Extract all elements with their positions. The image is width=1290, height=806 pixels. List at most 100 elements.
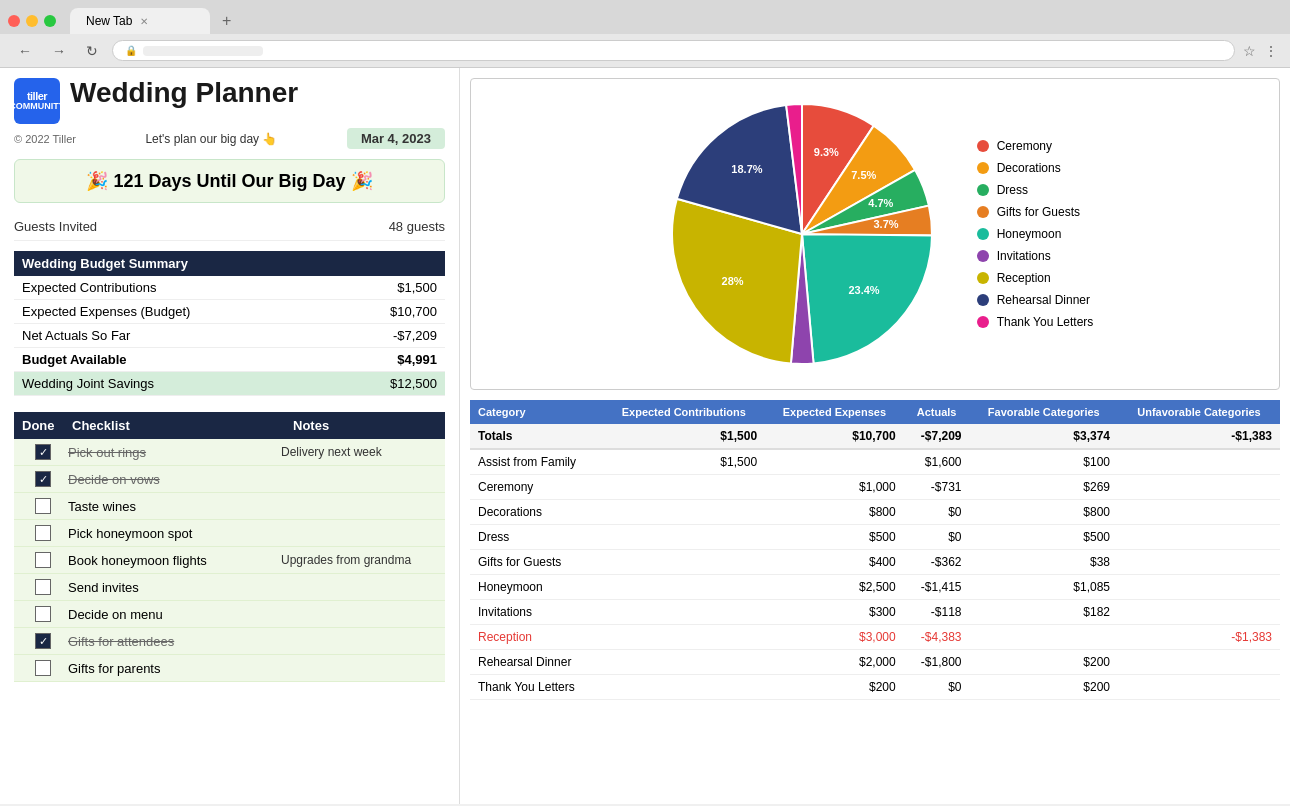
table-row: Honeymoon $2,500 -$1,415 $1,085: [470, 575, 1280, 600]
legend-dot: [977, 162, 989, 174]
pie-label: 18.7%: [731, 163, 762, 175]
budget-row-value: -$7,209: [393, 328, 437, 343]
left-panel: tiller COMMUNITY Wedding Planner © 2022 …: [0, 68, 460, 804]
checkbox[interactable]: ✓: [18, 633, 68, 649]
legend-dot: [977, 250, 989, 262]
totals-expenses: $10,700: [765, 424, 904, 449]
col-done-header: Done: [14, 412, 64, 439]
row-expenses: $400: [765, 550, 904, 575]
legend-label: Reception: [997, 271, 1051, 285]
list-item: Pick honeymoon spot: [14, 520, 445, 547]
row-expenses: $200: [765, 675, 904, 700]
active-tab[interactable]: New Tab ✕: [70, 8, 210, 34]
row-favorable: $500: [970, 525, 1119, 550]
legend-dot: [977, 140, 989, 152]
new-tab-button[interactable]: +: [214, 8, 239, 34]
right-panel: 9.3%7.5%4.7%3.7%23.4%28%18.7% Ceremony D…: [460, 68, 1290, 804]
checkbox[interactable]: [18, 552, 68, 568]
checkbox[interactable]: [18, 579, 68, 595]
row-category: Rehearsal Dinner: [470, 650, 602, 675]
budget-rows: Expected Contributions$1,500Expected Exp…: [14, 276, 445, 396]
refresh-button[interactable]: ↻: [80, 41, 104, 61]
table-row: Assist from Family $1,500 $1,600 $100: [470, 449, 1280, 475]
row-favorable: $800: [970, 500, 1119, 525]
row-expenses: $3,000: [765, 625, 904, 650]
checklist-header: Done Checklist Notes: [14, 412, 445, 439]
row-contributions: [602, 675, 765, 700]
checkbox[interactable]: ✓: [18, 444, 68, 460]
legend-dot: [977, 228, 989, 240]
row-contributions: [602, 625, 765, 650]
pie-label: 3.7%: [873, 218, 898, 230]
legend-dot: [977, 272, 989, 284]
legend-label: Ceremony: [997, 139, 1052, 153]
browser-chrome: New Tab ✕ + ← → ↻ 🔒 ☆ ⋮: [0, 0, 1290, 68]
checkbox[interactable]: [18, 525, 68, 541]
menu-icon[interactable]: ⋮: [1264, 43, 1278, 59]
row-favorable: $269: [970, 475, 1119, 500]
legend-item: Dress: [977, 183, 1094, 197]
row-unfavorable: [1118, 575, 1280, 600]
close-button[interactable]: [8, 15, 20, 27]
th-favorable: Favorable Categories: [970, 400, 1119, 424]
legend-dot: [977, 206, 989, 218]
budget-row-label: Expected Contributions: [22, 280, 156, 295]
row-favorable: $182: [970, 600, 1119, 625]
row-favorable: $1,085: [970, 575, 1119, 600]
back-button[interactable]: ←: [12, 41, 38, 61]
row-contributions: [602, 650, 765, 675]
row-category: Ceremony: [470, 475, 602, 500]
row-actuals: -$4,383: [904, 625, 970, 650]
minimize-button[interactable]: [26, 15, 38, 27]
url-text: [143, 46, 263, 56]
pie-label: 28%: [721, 275, 743, 287]
bookmark-icon[interactable]: ☆: [1243, 43, 1256, 59]
list-item: Send invites: [14, 574, 445, 601]
checklist-body: ✓ Pick out rings Delivery next week ✓ De…: [14, 439, 445, 682]
checkbox[interactable]: [18, 660, 68, 676]
tab-title: New Tab: [86, 14, 132, 28]
row-contributions: [602, 600, 765, 625]
guests-row: Guests Invited 48 guests: [14, 213, 445, 241]
th-category: Category: [470, 400, 602, 424]
row-contributions: [602, 550, 765, 575]
row-unfavorable: [1118, 600, 1280, 625]
row-category: Decorations: [470, 500, 602, 525]
tagline: Let's plan our big day 👆: [145, 132, 277, 146]
checkbox[interactable]: ✓: [18, 471, 68, 487]
row-category: Assist from Family: [470, 449, 602, 475]
tab-close-icon[interactable]: ✕: [140, 16, 148, 27]
main-content: tiller COMMUNITY Wedding Planner © 2022 …: [0, 68, 1290, 804]
row-expenses: [765, 449, 904, 475]
forward-button[interactable]: →: [46, 41, 72, 61]
list-item: ✓ Decide on vows: [14, 466, 445, 493]
budget-table: Category Expected Contributions Expected…: [470, 400, 1280, 700]
row-unfavorable: -$1,383: [1118, 625, 1280, 650]
row-category: Invitations: [470, 600, 602, 625]
row-contributions: $1,500: [602, 449, 765, 475]
checkbox[interactable]: [18, 606, 68, 622]
checklist-item-text: Decide on vows: [68, 472, 281, 487]
row-actuals: -$362: [904, 550, 970, 575]
budget-row: Expected Contributions$1,500: [14, 276, 445, 300]
url-box[interactable]: 🔒: [112, 40, 1235, 61]
list-item: Decide on menu: [14, 601, 445, 628]
legend-label: Dress: [997, 183, 1028, 197]
pie-label: 4.7%: [868, 197, 893, 209]
legend-item: Invitations: [977, 249, 1094, 263]
row-unfavorable: [1118, 650, 1280, 675]
checklist-item-notes: Upgrades from grandma: [281, 553, 441, 567]
row-actuals: $0: [904, 525, 970, 550]
row-actuals: $0: [904, 500, 970, 525]
pie-label: 7.5%: [851, 169, 876, 181]
budget-table-body: Totals $1,500 $10,700 -$7,209 $3,374 -$1…: [470, 424, 1280, 700]
checkbox[interactable]: [18, 498, 68, 514]
row-expenses: $300: [765, 600, 904, 625]
legend-label: Invitations: [997, 249, 1051, 263]
th-unfavorable: Unfavorable Categories: [1118, 400, 1280, 424]
table-row: Rehearsal Dinner $2,000 -$1,800 $200: [470, 650, 1280, 675]
budget-row: Net Actuals So Far-$7,209: [14, 324, 445, 348]
row-expenses: $2,000: [765, 650, 904, 675]
maximize-button[interactable]: [44, 15, 56, 27]
table-row: Decorations $800 $0 $800: [470, 500, 1280, 525]
